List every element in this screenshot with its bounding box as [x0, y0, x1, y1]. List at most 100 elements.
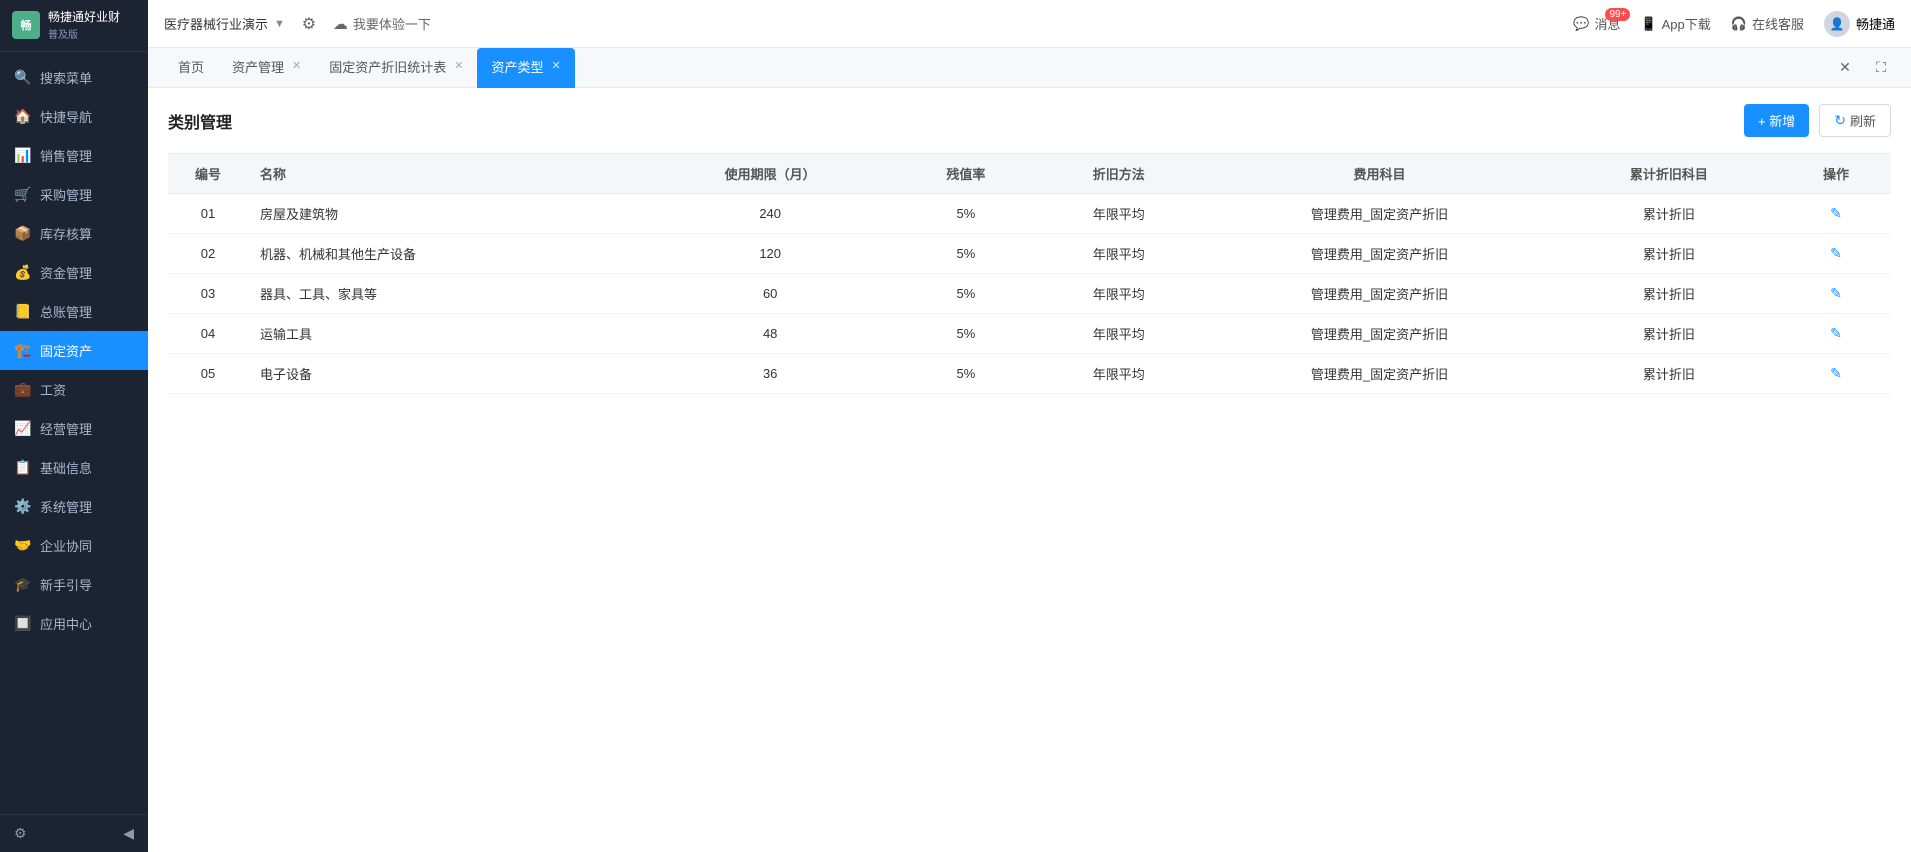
table-header-row: 编号 名称 使用期限（月） 残值率 折旧方法 费用科目 累计折旧科目 操作 — [168, 154, 1891, 194]
tab-home[interactable]: 首页 — [164, 48, 218, 88]
tab-assettype-close[interactable]: ✕ — [552, 61, 561, 72]
appdownload-action[interactable]: 📱 App下载 — [1640, 14, 1710, 33]
sidebar-item-purchase[interactable]: 🛒 采购管理 — [0, 175, 148, 214]
sidebar-item-guide[interactable]: 🎓 新手引导 — [0, 565, 148, 604]
cell-code: 03 — [168, 274, 248, 314]
tab-assetmgmt-close[interactable]: ✕ — [292, 61, 301, 72]
tabs-bar: 首页 资产管理 ✕ 固定资产折旧统计表 ✕ 资产类型 ✕ ✕ ⛶ — [148, 48, 1911, 88]
sidebar-logo: 畅 畅捷通好业财 普及版 — [0, 0, 148, 52]
header-left: 医疗器械行业演示 ▼ ⚙ ☁ 我要体验一下 — [164, 10, 431, 38]
col-operations: 操作 — [1781, 154, 1891, 194]
cell-expense: 管理费用_固定资产折旧 — [1202, 314, 1556, 354]
cell-edit[interactable]: ✎ — [1781, 194, 1891, 234]
sidebar-item-fixedassets[interactable]: 🏗️ 固定资产 — [0, 331, 148, 370]
sidebar-item-quicknav[interactable]: 🏠 快捷导航 — [0, 97, 148, 136]
tab-assetmgmt[interactable]: 资产管理 ✕ — [218, 48, 315, 88]
edit-icon[interactable]: ✎ — [1830, 325, 1842, 341]
sidebar-item-payroll[interactable]: 💼 工资 — [0, 370, 148, 409]
data-table: 编号 名称 使用期限（月） 残值率 折旧方法 费用科目 累计折旧科目 操作 01… — [168, 153, 1891, 394]
sidebar-item-label: 基础信息 — [40, 458, 92, 477]
inventory-icon: 📦 — [14, 224, 32, 242]
cell-edit[interactable]: ✎ — [1781, 234, 1891, 274]
edit-icon[interactable]: ✎ — [1830, 205, 1842, 221]
support-action[interactable]: 🎧 在线客服 — [1731, 14, 1804, 33]
edit-icon[interactable]: ✎ — [1830, 285, 1842, 301]
sidebar-item-label: 资金管理 — [40, 263, 92, 282]
tab-maximize-btn[interactable]: ⛶ — [1867, 54, 1895, 82]
cell-name[interactable]: 电子设备 — [248, 354, 644, 394]
cell-residual: 5% — [897, 354, 1036, 394]
purchase-icon: 🛒 — [14, 185, 32, 203]
sidebar-item-label: 销售管理 — [40, 146, 92, 165]
operations-icon: 📈 — [14, 419, 32, 437]
col-usage: 使用期限（月） — [644, 154, 897, 194]
cell-edit[interactable]: ✎ — [1781, 354, 1891, 394]
module-dropdown-arrow: ▼ — [274, 18, 285, 30]
sidebar-item-inventory[interactable]: 📦 库存核算 — [0, 214, 148, 253]
cloud-icon: ☁ — [333, 15, 348, 33]
sidebar-item-basics[interactable]: 📋 基础信息 — [0, 448, 148, 487]
sidebar-item-funds[interactable]: 💰 资金管理 — [0, 253, 148, 292]
edit-icon[interactable]: ✎ — [1830, 365, 1842, 381]
page-title: 类别管理 — [168, 109, 232, 133]
table-row: 01房屋及建筑物2405%年限平均管理费用_固定资产折旧累计折旧✎ — [168, 194, 1891, 234]
table-row: 04运输工具485%年限平均管理费用_固定资产折旧累计折旧✎ — [168, 314, 1891, 354]
cell-edit[interactable]: ✎ — [1781, 274, 1891, 314]
col-method: 折旧方法 — [1035, 154, 1202, 194]
sidebar-item-label: 搜索菜单 — [40, 68, 92, 87]
tab-assetmgmt-label: 资产管理 — [232, 57, 284, 76]
tab-assettype[interactable]: 资产类型 ✕ — [477, 48, 574, 88]
cell-method: 年限平均 — [1035, 234, 1202, 274]
sidebar-item-label: 总账管理 — [40, 302, 92, 321]
sidebar-item-ledger[interactable]: 📒 总账管理 — [0, 292, 148, 331]
sidebar-item-appcenter[interactable]: 🔲 应用中心 — [0, 604, 148, 643]
cell-name[interactable]: 运输工具 — [248, 314, 644, 354]
sidebar-item-system[interactable]: ⚙️ 系统管理 — [0, 487, 148, 526]
cell-edit[interactable]: ✎ — [1781, 314, 1891, 354]
tab-close-window-btn[interactable]: ✕ — [1831, 54, 1859, 82]
enterprise-icon: 🤝 — [14, 536, 32, 554]
appdownload-icon: 📱 — [1640, 16, 1656, 32]
cell-code: 04 — [168, 314, 248, 354]
sales-icon: 📊 — [14, 146, 32, 164]
settings-footer-icon[interactable]: ⚙ — [14, 825, 27, 842]
user-avatar: 👤 — [1824, 11, 1850, 37]
cell-usage: 120 — [644, 234, 897, 274]
sidebar-item-search[interactable]: 🔍 搜索菜单 — [0, 58, 148, 97]
col-name: 名称 — [248, 154, 644, 194]
sidebar-item-label: 应用中心 — [40, 614, 92, 633]
new-button[interactable]: + 新增 — [1744, 104, 1809, 137]
messages-badge: 99+ — [1605, 8, 1630, 21]
cell-method: 年限平均 — [1035, 274, 1202, 314]
module-settings-icon[interactable]: ⚙ — [295, 10, 323, 38]
tab-depreciation-close[interactable]: ✕ — [454, 61, 463, 72]
page-actions: + 新增 ↻ 刷新 — [1744, 104, 1891, 137]
cell-residual: 5% — [897, 314, 1036, 354]
cell-accumulated[interactable]: 累计折旧 — [1557, 194, 1781, 234]
module-selector[interactable]: 医疗器械行业演示 ▼ — [164, 14, 285, 33]
cell-name[interactable]: 房屋及建筑物 — [248, 194, 644, 234]
cell-accumulated[interactable]: 累计折旧 — [1557, 234, 1781, 274]
sidebar-item-sales[interactable]: 📊 销售管理 — [0, 136, 148, 175]
collapse-sidebar-icon[interactable]: ◀ — [123, 825, 134, 842]
user-info[interactable]: 👤 畅捷通 — [1824, 11, 1895, 37]
sidebar-item-label: 库存核算 — [40, 224, 92, 243]
experience-button[interactable]: ☁ 我要体验一下 — [333, 14, 431, 33]
refresh-label: 刷新 — [1850, 111, 1876, 130]
cell-accumulated[interactable]: 累计折旧 — [1557, 314, 1781, 354]
edit-icon[interactable]: ✎ — [1830, 245, 1842, 261]
main-content: 医疗器械行业演示 ▼ ⚙ ☁ 我要体验一下 💬 消息 99+ 📱 App下载 🎧… — [148, 0, 1911, 852]
sidebar-item-operations[interactable]: 📈 经营管理 — [0, 409, 148, 448]
refresh-button[interactable]: ↻ 刷新 — [1819, 104, 1891, 137]
cell-expense: 管理费用_固定资产折旧 — [1202, 274, 1556, 314]
cell-code: 02 — [168, 234, 248, 274]
tab-depreciation[interactable]: 固定资产折旧统计表 ✕ — [315, 48, 477, 88]
sidebar-item-enterprise[interactable]: 🤝 企业协同 — [0, 526, 148, 565]
cell-name[interactable]: 机器、机械和其他生产设备 — [248, 234, 644, 274]
cell-name[interactable]: 器具、工具、家具等 — [248, 274, 644, 314]
messages-action[interactable]: 💬 消息 99+ — [1573, 14, 1620, 33]
cell-accumulated[interactable]: 累计折旧 — [1557, 354, 1781, 394]
cell-accumulated[interactable]: 累计折旧 — [1557, 274, 1781, 314]
search-icon: 🔍 — [14, 68, 32, 86]
col-residual: 残值率 — [897, 154, 1036, 194]
